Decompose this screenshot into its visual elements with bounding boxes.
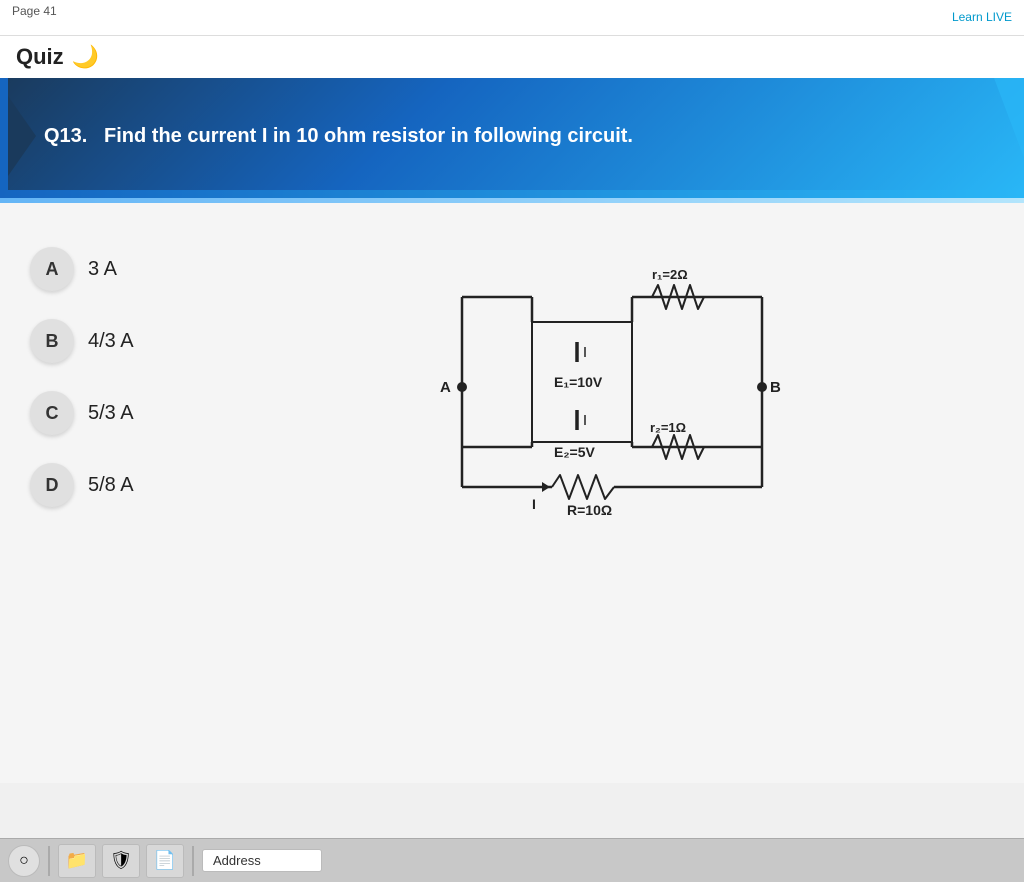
option-circle-a[interactable]: A xyxy=(30,247,74,291)
taskbar-separator xyxy=(48,846,50,876)
option-value-b: 4/3 A xyxy=(88,330,134,353)
svg-text:I: I xyxy=(532,496,536,512)
taskbar-address-bar[interactable]: Address xyxy=(202,849,322,872)
page-label: Page 41 xyxy=(12,4,57,18)
option-circle-c[interactable]: C xyxy=(30,391,74,435)
svg-text:R=10Ω: R=10Ω xyxy=(567,502,612,518)
option-circle-b[interactable]: B xyxy=(30,319,74,363)
taskbar-folder-btn[interactable]: 📁 xyxy=(58,844,96,878)
circuit-diagram: E₁=10V E₂=5V r₁=2Ω r₂=1Ω R=10Ω I xyxy=(402,237,822,557)
svg-text:A: A xyxy=(440,379,451,396)
taskbar-start-circle[interactable]: ○ xyxy=(8,845,40,877)
svg-text:r₂=1Ω: r₂=1Ω xyxy=(650,420,686,435)
quiz-icon: 🌙 xyxy=(72,44,99,70)
options-column: A 3 A B 4/3 A C 5/3 A D 5/8 A xyxy=(30,227,230,507)
quiz-title: Quiz xyxy=(16,44,64,70)
svg-text:B: B xyxy=(770,379,781,396)
learn-live-label: Learn LIVE xyxy=(952,10,1012,24)
banner-triangle-right xyxy=(994,78,1024,158)
svg-text:r₁=2Ω: r₁=2Ω xyxy=(652,267,688,282)
option-row-d[interactable]: D 5/8 A xyxy=(30,463,230,507)
taskbar-shield-btn[interactable]: 🛡 xyxy=(102,844,140,878)
top-bar: Page 41 Learn LIVE xyxy=(0,0,1024,36)
wave-separator xyxy=(0,190,1024,198)
taskbar-separator-2 xyxy=(192,846,194,876)
taskbar: ○ 📁 🛡 📄 Address xyxy=(0,838,1024,882)
quiz-header: Quiz 🌙 xyxy=(0,36,1024,78)
svg-text:E₂=5V: E₂=5V xyxy=(554,444,596,460)
option-value-c: 5/3 A xyxy=(88,402,134,425)
option-value-d: 5/8 A xyxy=(88,474,134,497)
option-row-c[interactable]: C 5/3 A xyxy=(30,391,230,435)
question-body: Find the current I in 10 ohm resistor in… xyxy=(104,125,633,147)
question-number: Q13. xyxy=(44,125,87,147)
option-row-b[interactable]: B 4/3 A xyxy=(30,319,230,363)
option-value-a: 3 A xyxy=(88,258,117,281)
question-text: Q13. Find the current I in 10 ohm resist… xyxy=(44,122,633,150)
svg-text:E₁=10V: E₁=10V xyxy=(554,374,603,390)
option-circle-d[interactable]: D xyxy=(30,463,74,507)
circuit-area: E₁=10V E₂=5V r₁=2Ω r₂=1Ω R=10Ω I xyxy=(230,227,994,557)
option-row-a[interactable]: A 3 A xyxy=(30,247,230,291)
address-label: Address xyxy=(213,853,261,868)
main-content: A 3 A B 4/3 A C 5/3 A D 5/8 A xyxy=(0,203,1024,783)
question-banner: Q13. Find the current I in 10 ohm resist… xyxy=(0,78,1024,190)
banner-triangle-left xyxy=(8,96,36,176)
taskbar-pdf-btn[interactable]: 📄 xyxy=(146,844,184,878)
